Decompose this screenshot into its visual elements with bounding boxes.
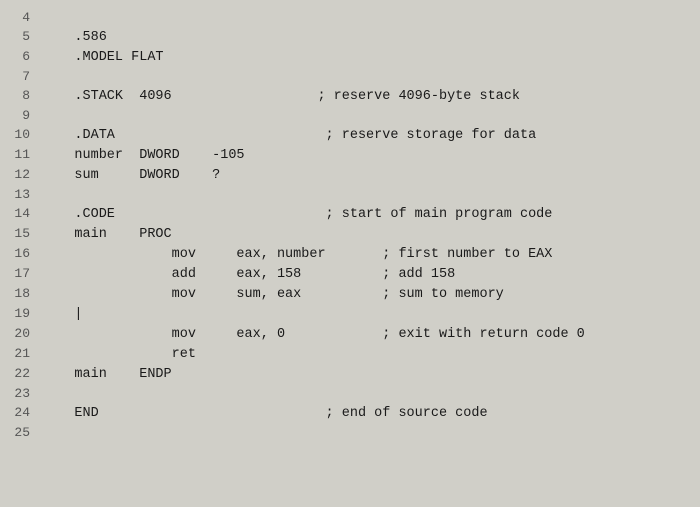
- line-number: 20: [0, 324, 42, 343]
- code-line: 13: [0, 185, 700, 204]
- line-number: 15: [0, 224, 42, 243]
- line-number: 9: [0, 106, 42, 125]
- line-content: .CODE ; start of main program code: [42, 205, 700, 224]
- line-number: 5: [0, 27, 42, 46]
- code-line: 20 mov eax, 0 ; exit with return code 0: [0, 324, 700, 344]
- line-number: 13: [0, 185, 42, 204]
- line-content: ret: [42, 345, 700, 364]
- line-number: 16: [0, 244, 42, 263]
- line-number: 22: [0, 364, 42, 383]
- line-content: mov eax, 0 ; exit with return code 0: [42, 325, 700, 344]
- line-content: main ENDP: [42, 365, 700, 384]
- line-content: .MODEL FLAT: [42, 48, 700, 67]
- line-number: 23: [0, 384, 42, 403]
- line-content: |: [42, 305, 700, 324]
- line-number: 19: [0, 304, 42, 323]
- line-content: .DATA ; reserve storage for data: [42, 126, 700, 145]
- code-editor: 45 .5866 .MODEL FLAT78 .STACK 4096 ; res…: [0, 0, 700, 507]
- line-number: 25: [0, 423, 42, 442]
- code-line: 22 main ENDP: [0, 364, 700, 384]
- code-line: 25: [0, 423, 700, 442]
- code-line: 15 main PROC: [0, 224, 700, 244]
- code-line: 4: [0, 8, 700, 27]
- line-number: 4: [0, 8, 42, 27]
- line-content: .STACK 4096 ; reserve 4096-byte stack: [42, 87, 700, 106]
- line-content: main PROC: [42, 225, 700, 244]
- line-content: mov eax, number ; first number to EAX: [42, 245, 700, 264]
- line-number: 11: [0, 145, 42, 164]
- code-line: 8 .STACK 4096 ; reserve 4096-byte stack: [0, 86, 700, 106]
- line-number: 7: [0, 67, 42, 86]
- code-line: 9: [0, 106, 700, 125]
- code-line: 23: [0, 384, 700, 403]
- line-content: number DWORD -105: [42, 146, 700, 165]
- code-line: 17 add eax, 158 ; add 158: [0, 264, 700, 284]
- line-content: END ; end of source code: [42, 404, 700, 423]
- line-content: .586: [42, 28, 700, 47]
- code-line: 18 mov sum, eax ; sum to memory: [0, 284, 700, 304]
- code-line: 5 .586: [0, 27, 700, 47]
- line-number: 10: [0, 125, 42, 144]
- code-line: 21 ret: [0, 344, 700, 364]
- code-line: 19 |: [0, 304, 700, 324]
- code-line: 14 .CODE ; start of main program code: [0, 204, 700, 224]
- line-content: mov sum, eax ; sum to memory: [42, 285, 700, 304]
- code-line: 10 .DATA ; reserve storage for data: [0, 125, 700, 145]
- line-number: 8: [0, 86, 42, 105]
- line-number: 21: [0, 344, 42, 363]
- code-line: 7: [0, 67, 700, 86]
- code-line: 11 number DWORD -105: [0, 145, 700, 165]
- line-content: sum DWORD ?: [42, 166, 700, 185]
- line-number: 12: [0, 165, 42, 184]
- line-content: add eax, 158 ; add 158: [42, 265, 700, 284]
- line-number: 6: [0, 47, 42, 66]
- line-number: 18: [0, 284, 42, 303]
- code-line: 24 END ; end of source code: [0, 403, 700, 423]
- line-number: 24: [0, 403, 42, 422]
- line-number: 17: [0, 264, 42, 283]
- code-line: 12 sum DWORD ?: [0, 165, 700, 185]
- line-number: 14: [0, 204, 42, 223]
- code-line: 6 .MODEL FLAT: [0, 47, 700, 67]
- code-line: 16 mov eax, number ; first number to EAX: [0, 244, 700, 264]
